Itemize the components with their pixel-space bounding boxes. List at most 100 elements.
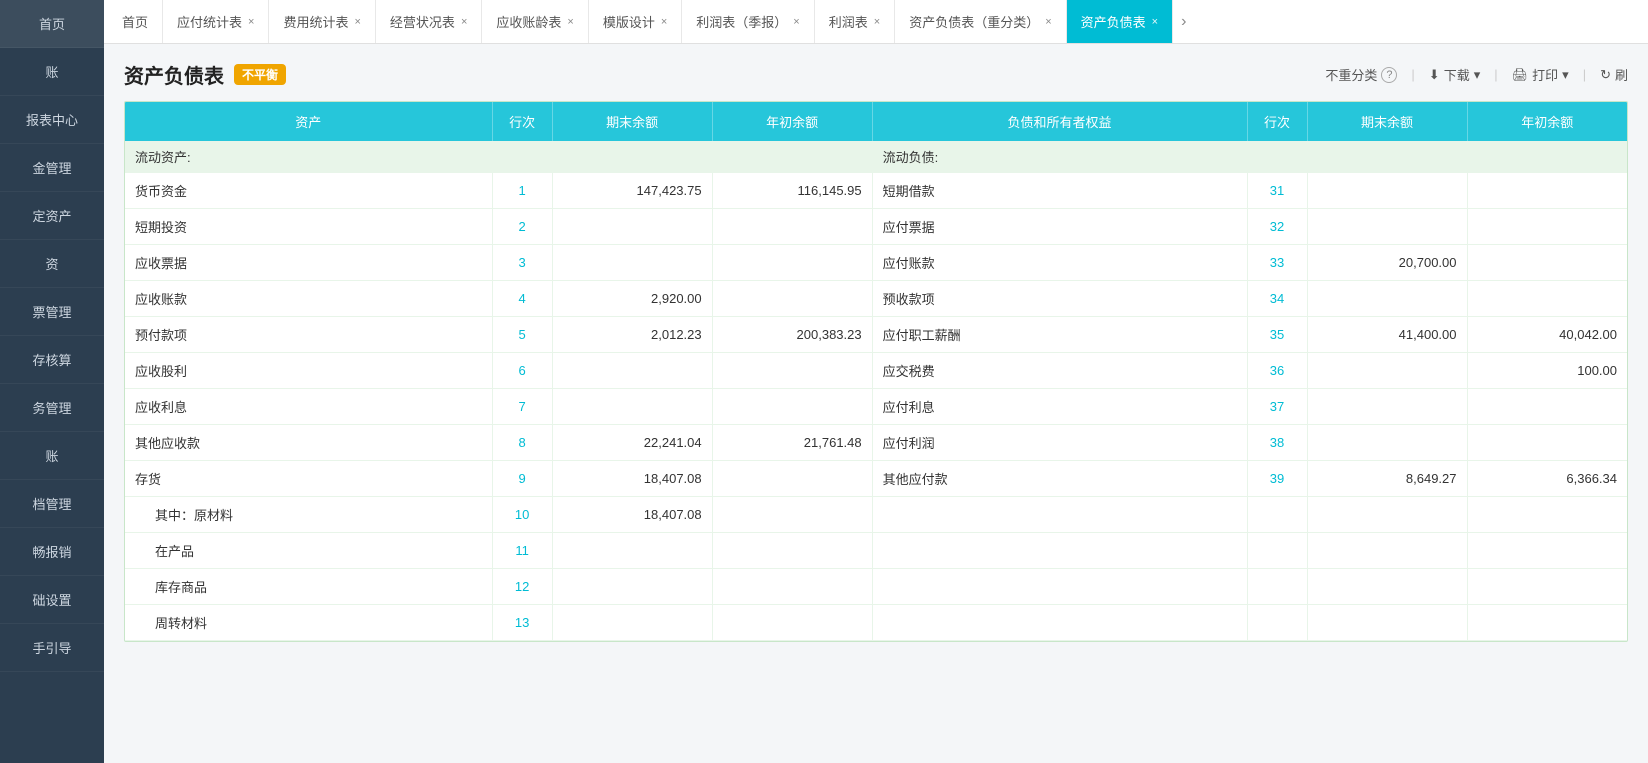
status-badge: 不平衡 xyxy=(234,64,286,85)
right-end-balance xyxy=(1307,353,1467,389)
left-row-num: 9 xyxy=(492,461,552,497)
print-icon: 🖨 xyxy=(1512,67,1529,83)
left-end-balance: 22,241.04 xyxy=(552,425,712,461)
close-tab-ar-aging[interactable]: × xyxy=(567,16,573,28)
close-tab-ap-stats[interactable]: × xyxy=(248,16,254,28)
left-row-num: 10 xyxy=(492,497,552,533)
left-row-num: 1 xyxy=(492,173,552,209)
left-row-num: 4 xyxy=(492,281,552,317)
download-icon: ⬇ xyxy=(1429,67,1440,83)
classify-action[interactable]: 不重分类 ? xyxy=(1325,65,1397,84)
table-row: 应收账款 4 2,920.00 预收款项 34 xyxy=(125,281,1627,317)
tab-profit-quarterly[interactable]: 利润表（季报） × xyxy=(682,0,814,44)
right-end-balance xyxy=(1307,209,1467,245)
section-spacer-5 xyxy=(1307,141,1467,173)
tab-profit[interactable]: 利润表 × xyxy=(815,0,895,44)
right-end-balance xyxy=(1307,605,1467,641)
left-start-balance xyxy=(712,353,872,389)
right-row-num xyxy=(1247,497,1307,533)
tab-balance-reclassify[interactable]: 资产负债表（重分类） × xyxy=(895,0,1066,44)
close-tab-template[interactable]: × xyxy=(661,16,667,28)
tab-balance[interactable]: 资产负债表 × xyxy=(1067,0,1173,44)
sidebar-item-invoice[interactable]: 票管理 xyxy=(0,288,104,336)
left-end-balance xyxy=(552,353,712,389)
sidebar: 首页 账 报表中心 金管理 定资产 资 票管理 存核算 务管理 账 档管理 畅报… xyxy=(0,0,104,763)
sidebar-item-business[interactable]: 务管理 xyxy=(0,384,104,432)
left-start-balance: 200,383.23 xyxy=(712,317,872,353)
right-row-num: 32 xyxy=(1247,209,1307,245)
close-tab-balance-reclassify[interactable]: × xyxy=(1045,16,1051,28)
tab-template[interactable]: 模版设计 × xyxy=(589,0,682,44)
left-row-num: 12 xyxy=(492,569,552,605)
sidebar-item-capital[interactable]: 资 xyxy=(0,240,104,288)
table-row: 货币资金 1 147,423.75 116,145.95 短期借款 31 xyxy=(125,173,1627,209)
left-end-balance xyxy=(552,209,712,245)
tab-operations[interactable]: 经营状况表 × xyxy=(376,0,482,44)
sidebar-item-archive[interactable]: 档管理 xyxy=(0,480,104,528)
left-end-balance: 18,407.08 xyxy=(552,497,712,533)
tab-expense-stats[interactable]: 费用统计表 × xyxy=(269,0,375,44)
left-label: 周转材料 xyxy=(125,605,492,641)
left-label: 库存商品 xyxy=(125,569,492,605)
refresh-action[interactable]: ↻ 刷 xyxy=(1600,65,1628,84)
right-start-balance xyxy=(1467,425,1627,461)
right-label-empty xyxy=(872,605,1247,641)
col-header-end-balance-left: 期末余额 xyxy=(552,102,712,141)
sidebar-item-inventory[interactable]: 存核算 xyxy=(0,336,104,384)
right-label: 短期借款 xyxy=(872,173,1247,209)
download-action[interactable]: ⬇ 下载 ▾ xyxy=(1429,65,1480,84)
left-start-balance xyxy=(712,533,872,569)
table-row: 预付款项 5 2,012.23 200,383.23 应付职工薪酬 35 41,… xyxy=(125,317,1627,353)
table-row: 应收票据 3 应付账款 33 20,700.00 xyxy=(125,245,1627,281)
right-label: 应付票据 xyxy=(872,209,1247,245)
sidebar-item-settings[interactable]: 础设置 xyxy=(0,576,104,624)
section-right-label: 流动负债: xyxy=(872,141,1247,173)
sidebar-item-fixed-assets[interactable]: 定资产 xyxy=(0,192,104,240)
tab-scroll-arrow[interactable]: › xyxy=(1173,13,1194,31)
sidebar-item-expense[interactable]: 畅报销 xyxy=(0,528,104,576)
sidebar-item-report-center[interactable]: 报表中心 xyxy=(0,96,104,144)
left-end-balance: 2,012.23 xyxy=(552,317,712,353)
table-row: 周转材料 13 xyxy=(125,605,1627,641)
right-start-balance xyxy=(1467,605,1627,641)
help-icon: ? xyxy=(1381,67,1397,83)
right-end-balance xyxy=(1307,389,1467,425)
refresh-label: 刷 xyxy=(1615,65,1628,84)
sidebar-item-fund-mgmt[interactable]: 金管理 xyxy=(0,144,104,192)
left-end-balance xyxy=(552,245,712,281)
left-end-balance: 2,920.00 xyxy=(552,281,712,317)
close-tab-profit-quarterly[interactable]: × xyxy=(793,16,799,28)
right-label-empty xyxy=(872,497,1247,533)
sidebar-item-account[interactable]: 账 xyxy=(0,48,104,96)
print-chevron-icon: ▾ xyxy=(1562,67,1569,83)
left-start-balance xyxy=(712,461,872,497)
col-header-liability: 负债和所有者权益 xyxy=(872,102,1247,141)
right-start-balance: 40,042.00 xyxy=(1467,317,1627,353)
right-row-num: 31 xyxy=(1247,173,1307,209)
left-row-num: 5 xyxy=(492,317,552,353)
right-start-balance xyxy=(1467,245,1627,281)
close-tab-balance[interactable]: × xyxy=(1152,16,1158,28)
right-row-num: 34 xyxy=(1247,281,1307,317)
right-end-balance xyxy=(1307,569,1467,605)
divider-2: | xyxy=(1494,67,1497,82)
close-tab-expense[interactable]: × xyxy=(354,16,360,28)
tab-ap-stats[interactable]: 应付统计表 × xyxy=(163,0,269,44)
close-tab-operations[interactable]: × xyxy=(461,16,467,28)
left-label: 其他应收款 xyxy=(125,425,492,461)
tab-home[interactable]: 首页 xyxy=(108,0,163,44)
page-actions: 不重分类 ? | ⬇ 下载 ▾ | 🖨 打印 ▾ | ↻ 刷 xyxy=(1325,65,1628,84)
tab-ar-aging[interactable]: 应收账龄表 × xyxy=(482,0,588,44)
left-row-num: 3 xyxy=(492,245,552,281)
print-action[interactable]: 🖨 打印 ▾ xyxy=(1512,65,1569,84)
sidebar-item-guide[interactable]: 手引导 xyxy=(0,624,104,672)
right-end-balance: 41,400.00 xyxy=(1307,317,1467,353)
sidebar-item-ledger[interactable]: 账 xyxy=(0,432,104,480)
left-label: 在产品 xyxy=(125,533,492,569)
left-start-balance: 21,761.48 xyxy=(712,425,872,461)
sidebar-item-home[interactable]: 首页 xyxy=(0,0,104,48)
section-left-label: 流动资产: xyxy=(125,141,492,173)
table-row: 其他应收款 8 22,241.04 21,761.48 应付利润 38 xyxy=(125,425,1627,461)
close-tab-profit[interactable]: × xyxy=(874,16,880,28)
right-row-num: 38 xyxy=(1247,425,1307,461)
